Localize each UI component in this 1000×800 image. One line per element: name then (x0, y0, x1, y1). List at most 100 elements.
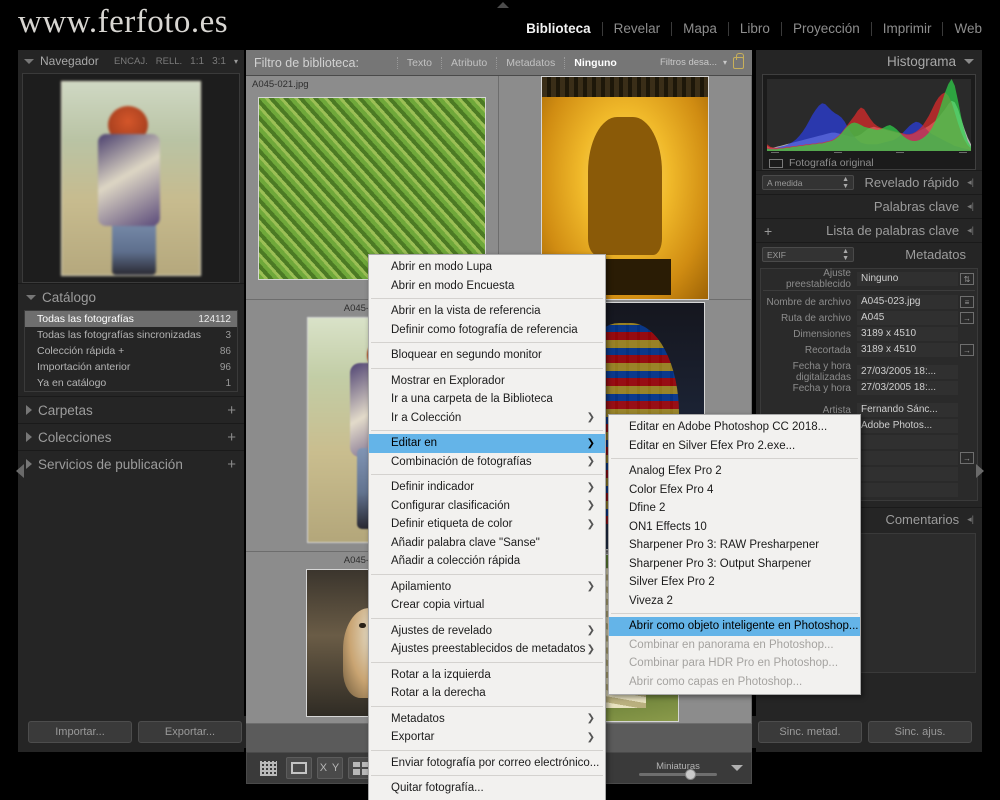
catalog-header[interactable]: Catálogo (18, 284, 244, 310)
context-menu-item[interactable]: Enviar fotografía por correo electrónico… (369, 754, 605, 773)
keywords-header[interactable]: Palabras clave ◂| (756, 194, 982, 218)
left-panel-collapse-arrow-icon[interactable] (16, 464, 24, 478)
sync-settings-button[interactable]: Sinc. ajus. (868, 721, 972, 743)
identity-plate-logo[interactable]: www.ferfoto.es (18, 4, 228, 41)
right-panel-collapse-arrow-icon[interactable] (976, 464, 984, 478)
arrow-icon[interactable]: → (960, 344, 974, 356)
collapse-icon[interactable]: ◂| (967, 514, 974, 525)
arrow-icon[interactable]: → (960, 312, 974, 324)
navigator-header[interactable]: Navegador ENCAJ. RELL. 1:1 3:1 ▾ (18, 50, 244, 72)
context-menu-item[interactable]: Quitar fotografía... (369, 779, 605, 798)
submenu-item[interactable]: Abrir como objeto inteligente en Photosh… (609, 617, 860, 636)
filter-preset-spinner-icon[interactable]: ▾ (723, 58, 727, 67)
context-menu-item[interactable]: Abrir en la vista de referencia (369, 302, 605, 321)
context-menu-item[interactable]: Abrir en modo Lupa (369, 258, 605, 277)
export-button[interactable]: Exportar... (138, 721, 242, 743)
context-menu-item[interactable]: Crear copia virtual (369, 596, 605, 615)
zoom-3-1[interactable]: 3:1 (212, 56, 226, 67)
module-revelar[interactable]: Revelar (603, 22, 673, 36)
add-publish-service-icon[interactable]: + (227, 456, 236, 473)
context-menu-item[interactable]: Mostrar en Explorador (369, 372, 605, 391)
zoom-encajar[interactable]: ENCAJ. (114, 56, 148, 67)
metadata-header[interactable]: EXIF ▲ ▼ Metadatos (756, 242, 982, 266)
compare-view-icon[interactable]: X Y (317, 757, 343, 779)
context-menu-item[interactable]: Apilamiento ❯ (369, 578, 605, 597)
collapse-icon[interactable]: ◂| (967, 225, 974, 236)
catalog-item-already-in-catalog[interactable]: Ya en catálogo 1 (25, 375, 237, 391)
context-menu-item[interactable]: Metadatos ❯ (369, 710, 605, 729)
triangle-right-icon[interactable] (26, 459, 32, 469)
triangle-down-icon[interactable] (26, 294, 36, 300)
original-photo-row[interactable]: Fotografía original (767, 153, 971, 169)
filter-atributo[interactable]: Atributo (441, 56, 496, 69)
context-menu-item[interactable]: Añadir a colección rápida (369, 552, 605, 571)
catalog-item-all-photos[interactable]: Todas las fotografías 124112 (25, 311, 237, 327)
submenu-item[interactable]: Viveza 2 (609, 592, 860, 611)
thumbnail-image[interactable] (258, 96, 486, 280)
grid-view-icon[interactable] (255, 757, 281, 779)
module-web[interactable]: Web (943, 22, 986, 36)
submenu-item[interactable]: Sharpener Pro 3: Output Sharpener (609, 555, 860, 574)
thumbnail-size-slider[interactable]: Miniaturas (639, 761, 717, 780)
submenu-item[interactable]: ON1 Effects 10 (609, 518, 860, 537)
collections-header[interactable]: Colecciones + (18, 424, 244, 450)
context-menu-item[interactable]: Combinación de fotografías ❯ (369, 453, 605, 472)
submenu-item[interactable]: Dfine 2 (609, 499, 860, 518)
spinner-icon[interactable]: ▲ ▼ (842, 248, 849, 262)
catalog-item-previous-import[interactable]: Importación anterior 96 (25, 359, 237, 375)
arrow-icon[interactable]: → (960, 452, 974, 464)
context-menu-item[interactable]: Definir como fotografía de referencia (369, 321, 605, 340)
context-menu-item[interactable]: Exportar ❯ (369, 728, 605, 747)
spinner-icon[interactable]: ▲ ▼ (842, 176, 849, 190)
loupe-view-icon[interactable] (286, 757, 312, 779)
toolbar-options-chevron-down-icon[interactable] (731, 765, 743, 771)
module-libro[interactable]: Libro (729, 22, 782, 36)
spinner-icon[interactable]: ⇅ (960, 273, 974, 285)
context-menu-item[interactable]: Editar en ❯ (369, 434, 605, 453)
lock-icon[interactable] (733, 52, 744, 69)
module-imprimir[interactable]: Imprimir (872, 22, 944, 36)
context-menu-item[interactable]: Añadir palabra clave "Sanse" (369, 534, 605, 553)
submenu-item[interactable]: Editar en Silver Efex Pro 2.exe... (609, 437, 860, 456)
triangle-right-icon[interactable] (26, 432, 32, 442)
slider-knob[interactable] (685, 768, 696, 780)
slider-track[interactable] (639, 768, 717, 780)
add-folder-icon[interactable]: + (227, 402, 236, 419)
context-menu-item[interactable]: Definir indicador ❯ (369, 478, 605, 497)
context-menu-item[interactable]: Abrir en modo Encuesta (369, 277, 605, 296)
submenu-item[interactable]: Editar en Adobe Photoshop CC 2018... (609, 418, 860, 437)
filter-preset-label[interactable]: Filtros desa... (660, 57, 717, 68)
sync-metadata-button[interactable]: Sinc. metad. (758, 721, 862, 743)
triangle-down-icon[interactable] (964, 58, 974, 64)
module-proyeccion[interactable]: Proyección (782, 22, 872, 36)
keyword-list-header[interactable]: + Lista de palabras clave ◂| (756, 218, 982, 242)
context-menu-item[interactable]: Rotar a la derecha (369, 684, 605, 703)
submenu-item[interactable]: Silver Efex Pro 2 (609, 573, 860, 592)
add-collection-icon[interactable]: + (227, 429, 236, 446)
import-button[interactable]: Importar... (28, 721, 132, 743)
context-menu-item[interactable]: Ajustes preestablecidos de metadatos ❯ (369, 640, 605, 659)
context-menu-item[interactable]: Configurar clasificación ❯ (369, 497, 605, 516)
catalog-item-quick-collection[interactable]: Colección rápida + 86 (25, 343, 237, 359)
filter-metadatos[interactable]: Metadatos (496, 56, 564, 69)
triangle-down-icon[interactable] (24, 58, 34, 64)
submenu-item[interactable]: Sharpener Pro 3: RAW Presharpener (609, 536, 860, 555)
triangle-right-icon[interactable] (26, 405, 32, 415)
module-mapa[interactable]: Mapa (672, 22, 729, 36)
zoom-1-1[interactable]: 1:1 (190, 56, 204, 67)
collapse-icon[interactable]: ◂| (967, 201, 974, 212)
submenu-item[interactable]: Analog Efex Pro 2 (609, 462, 860, 481)
quick-develop-preset-select[interactable]: A medida ▲ ▼ (762, 175, 854, 190)
folders-header[interactable]: Carpetas + (18, 397, 244, 423)
metadata-row-filename[interactable]: Nombre de archivo A045-023.jpg ≡ (761, 294, 977, 310)
zoom-rellenar[interactable]: RELL. (156, 56, 182, 67)
submenu-item[interactable]: Color Efex Pro 4 (609, 481, 860, 500)
filter-texto[interactable]: Texto (396, 56, 441, 69)
filter-ninguno[interactable]: Ninguno (564, 56, 626, 69)
metadata-row-filepath[interactable]: Ruta de archivo A045 → (761, 310, 977, 326)
menu-icon[interactable]: ≡ (960, 296, 974, 308)
context-menu-item[interactable]: Ir a Colección ❯ (369, 409, 605, 428)
metadata-row-cropped[interactable]: Recortada 3189 x 4510 → (761, 342, 977, 358)
publish-services-header[interactable]: Servicios de publicación + (18, 451, 244, 477)
metadata-preset-row[interactable]: Ajuste preestablecido Ninguno ⇅ (761, 268, 977, 290)
